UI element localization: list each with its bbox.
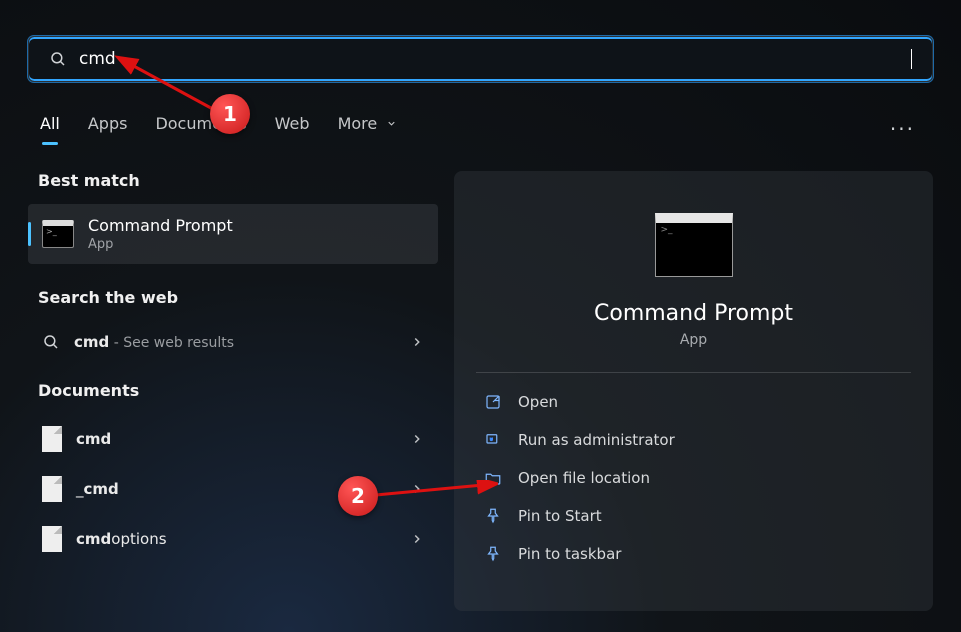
tab-more[interactable]: More [338, 114, 398, 143]
chevron-right-icon [410, 482, 424, 496]
web-result-item[interactable]: cmd - See web results [28, 321, 438, 363]
action-pin-to-start[interactable]: Pin to Start [476, 497, 911, 535]
tab-web[interactable]: Web [275, 114, 310, 143]
chevron-down-icon [386, 118, 397, 129]
chevron-right-icon [410, 432, 424, 446]
preview-title: Command Prompt [476, 301, 911, 326]
chevron-right-icon [410, 532, 424, 546]
text-caret [911, 49, 912, 69]
pin-icon [484, 545, 502, 563]
action-label: Run as administrator [518, 431, 675, 449]
file-icon [42, 476, 62, 502]
tab-apps[interactable]: Apps [88, 114, 128, 143]
action-pin-to-taskbar[interactable]: Pin to taskbar [476, 535, 911, 573]
web-result-label: cmd - See web results [74, 333, 396, 351]
preview-pane: Command Prompt App Open Run as administr… [454, 171, 933, 611]
best-match-item[interactable]: Command Prompt App [28, 204, 438, 264]
action-label: Pin to Start [518, 507, 602, 525]
admin-shield-icon [484, 431, 502, 449]
document-item[interactable]: cmdoptions [28, 514, 438, 564]
document-item[interactable]: _cmd [28, 464, 438, 514]
action-open[interactable]: Open [476, 383, 911, 421]
action-label: Open [518, 393, 558, 411]
search-icon [42, 333, 60, 351]
pin-icon [484, 507, 502, 525]
action-label: Pin to taskbar [518, 545, 621, 563]
best-match-name: Command Prompt [88, 216, 233, 235]
tab-more-label: More [338, 114, 378, 133]
divider [476, 372, 911, 373]
command-prompt-icon [655, 213, 733, 277]
search-query-text: cmd [79, 49, 898, 69]
document-item[interactable]: cmd [28, 414, 438, 464]
document-label: _cmd [76, 480, 396, 498]
open-icon [484, 393, 502, 411]
action-label: Open file location [518, 469, 650, 487]
folder-icon [484, 469, 502, 487]
best-match-type: App [88, 237, 233, 252]
chevron-right-icon [410, 335, 424, 349]
document-label: cmd [76, 430, 396, 448]
file-icon [42, 526, 62, 552]
search-input[interactable]: cmd [28, 36, 933, 82]
filter-tabs: All Apps Documents Web More ··· [28, 114, 933, 143]
document-label: cmdoptions [76, 530, 396, 548]
best-match-header: Best match [38, 171, 438, 190]
file-icon [42, 426, 62, 452]
tab-all[interactable]: All [40, 114, 60, 143]
action-open-file-location[interactable]: Open file location [476, 459, 911, 497]
tab-documents[interactable]: Documents [155, 114, 246, 143]
search-icon [49, 50, 67, 68]
search-web-header: Search the web [38, 288, 438, 307]
documents-header: Documents [38, 381, 438, 400]
command-prompt-icon [42, 220, 74, 248]
more-options-button[interactable]: ··· [884, 117, 921, 141]
action-run-as-administrator[interactable]: Run as administrator [476, 421, 911, 459]
preview-subtitle: App [476, 332, 911, 348]
